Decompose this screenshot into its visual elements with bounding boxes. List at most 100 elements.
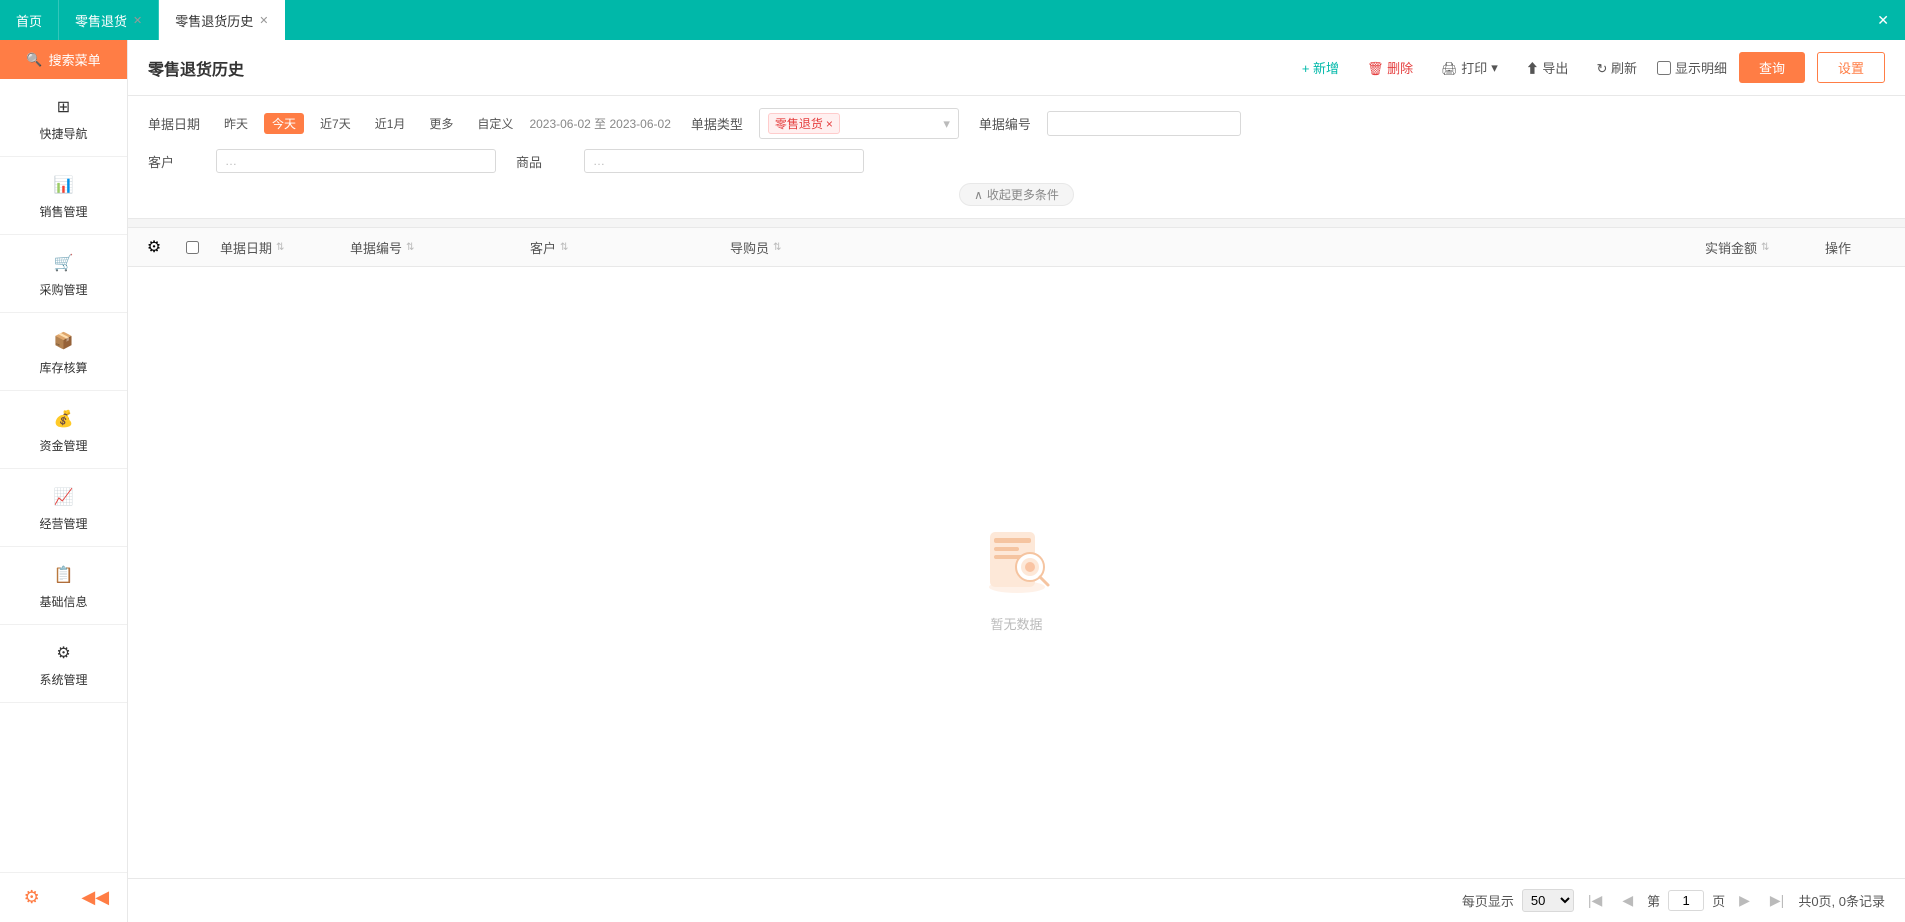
page-size-select[interactable]: 50 20 100	[1522, 889, 1574, 912]
number-filter-label: 单据编号	[979, 114, 1039, 133]
close-tab-retail-return[interactable]: ✕	[133, 14, 142, 27]
date-btn-7days[interactable]: 近7天	[312, 113, 359, 134]
sort-date-icon[interactable]: ⇅	[276, 242, 284, 253]
empty-icon	[972, 512, 1062, 602]
date-btn-yesterday[interactable]: 昨天	[216, 113, 256, 134]
th-number: 单据编号 ⇅	[342, 238, 522, 257]
date-filter-label: 单据日期	[148, 114, 208, 133]
sort-customer-icon[interactable]: ⇅	[560, 242, 568, 253]
display-toggle[interactable]: 显示明细	[1657, 58, 1727, 77]
next-page-btn[interactable]: ▶	[1733, 890, 1756, 911]
date-filter-group: 单据日期 昨天 今天 近7天 近1月 更多 自定义 2023-06-02 至 2…	[148, 113, 671, 134]
print-button[interactable]: 🖨 打印 ▾	[1433, 54, 1506, 81]
sidebar-search[interactable]: 🔍 搜索菜单	[0, 40, 127, 79]
number-filter-group: 单据编号	[979, 111, 1241, 136]
sort-guide-icon[interactable]: ⇅	[773, 242, 781, 253]
inventory-icon: 📦	[50, 327, 78, 355]
collapse-button[interactable]: ∧ 收起更多条件	[959, 183, 1074, 206]
type-tag-close[interactable]: ×	[826, 117, 833, 131]
sort-number-icon[interactable]: ⇅	[406, 242, 414, 253]
sidebar-item-management[interactable]: 📈 经营管理	[0, 469, 127, 547]
date-btn-1month[interactable]: 近1月	[367, 113, 414, 134]
th-date: 单据日期 ⇅	[212, 238, 342, 257]
management-icon: 📈	[50, 483, 78, 511]
page-input[interactable]	[1668, 890, 1704, 911]
date-btn-today[interactable]: 今天	[264, 113, 304, 134]
customer-filter-select[interactable]: …	[216, 149, 496, 173]
collapse-bar: ∧ 收起更多条件	[148, 183, 1885, 206]
table-wrapper: ⚙ 单据日期 ⇅ 单据编号 ⇅ 客户 ⇅ 导购员 ⇅	[128, 227, 1905, 878]
th-amount: 实销金额 ⇅	[1697, 238, 1817, 257]
print-dropdown-icon: ▾	[1491, 60, 1498, 76]
delete-button[interactable]: 🗑 删除	[1359, 54, 1421, 81]
table-settings-icon[interactable]: ⚙	[136, 237, 172, 257]
type-tag: 零售退货 ×	[768, 113, 840, 134]
date-filter: 昨天 今天 近7天 近1月 更多 自定义	[216, 113, 521, 134]
select-all-checkbox[interactable]	[186, 241, 199, 254]
content-area: 零售退货历史 + 新增 🗑 删除 🖨 打印 ▾ ⬆ 导出 ↻ 刷新 显示明细 查…	[128, 40, 1905, 922]
quick-nav-icon: ⊞	[50, 93, 78, 121]
tab-retail-return-history[interactable]: 零售退货历史 ✕	[159, 0, 285, 40]
type-filter-group: 单据类型 零售退货 × ▾	[691, 108, 959, 139]
page-label-2: 页	[1712, 891, 1725, 910]
empty-text: 暂无数据	[990, 614, 1042, 633]
settings-button[interactable]: ⚙	[0, 881, 64, 914]
close-tab-retail-return-history[interactable]: ✕	[259, 14, 268, 27]
main-layout: 🔍 搜索菜单 ⊞ 快捷导航 📊 销售管理 🛒 采购管理 📦 库存核算 💰 资金管…	[0, 40, 1905, 922]
date-btn-custom[interactable]: 自定义	[469, 113, 521, 134]
th-action: 操作	[1817, 238, 1897, 257]
table-header: ⚙ 单据日期 ⇅ 单据编号 ⇅ 客户 ⇅ 导购员 ⇅	[128, 227, 1905, 267]
th-guide: 导购员 ⇅	[722, 238, 872, 257]
date-range-text: 2023-06-02 至 2023-06-02	[529, 115, 670, 132]
last-page-btn[interactable]: ▶|	[1764, 890, 1790, 911]
sidebar: 🔍 搜索菜单 ⊞ 快捷导航 📊 销售管理 🛒 采购管理 📦 库存核算 💰 资金管…	[0, 40, 128, 922]
refresh-button[interactable]: ↻ 刷新	[1588, 54, 1645, 81]
filter-area: 单据日期 昨天 今天 近7天 近1月 更多 自定义 2023-06-02 至 2…	[128, 96, 1905, 219]
th-customer: 客户 ⇅	[522, 238, 722, 257]
page-header: 零售退货历史 + 新增 🗑 删除 🖨 打印 ▾ ⬆ 导出 ↻ 刷新 显示明细 查…	[128, 40, 1905, 96]
tab-list: 首页 零售退货 ✕ 零售退货历史 ✕	[0, 0, 1877, 40]
collapse-icon: ∧	[974, 188, 983, 202]
display-checkbox[interactable]	[1657, 61, 1671, 75]
query-button[interactable]: 查询	[1739, 52, 1805, 83]
sidebar-bottom: ⚙ ◀◀	[0, 872, 127, 922]
empty-state: 暂无数据	[128, 267, 1905, 878]
total-info: 共0页, 0条记录	[1798, 891, 1885, 910]
export-button[interactable]: ⬆ 导出	[1518, 54, 1577, 81]
type-select-arrow: ▾	[943, 116, 950, 132]
goods-filter-label: 商品	[516, 152, 576, 171]
system-icon: ⚙	[50, 639, 78, 667]
top-bar-close[interactable]: ✕	[1877, 12, 1905, 29]
purchase-icon: 🛒	[50, 249, 78, 277]
number-filter-input[interactable]	[1047, 111, 1241, 136]
top-bar: 首页 零售退货 ✕ 零售退货历史 ✕ ✕	[0, 0, 1905, 40]
toolbar: + 新增 🗑 删除 🖨 打印 ▾ ⬆ 导出 ↻ 刷新 显示明细 查询 设置	[1294, 52, 1885, 83]
sidebar-item-quick-nav[interactable]: ⊞ 快捷导航	[0, 79, 127, 157]
goods-filter-group: 商品 …	[516, 149, 864, 173]
sidebar-item-inventory[interactable]: 📦 库存核算	[0, 313, 127, 391]
sidebar-item-basic-info[interactable]: 📋 基础信息	[0, 547, 127, 625]
table-select-all[interactable]	[172, 241, 212, 254]
pagination-bar: 每页显示 50 20 100 |◀ ◀ 第 页 ▶ ▶| 共0页, 0条记录	[128, 878, 1905, 922]
search-icon: 🔍	[26, 52, 42, 68]
tab-retail-return[interactable]: 零售退货 ✕	[59, 0, 159, 40]
new-button[interactable]: + 新增	[1294, 54, 1347, 81]
page-size-label: 每页显示	[1462, 891, 1514, 910]
basic-info-icon: 📋	[50, 561, 78, 589]
filter-row-2: 客户 … 商品 …	[148, 149, 1885, 173]
type-filter-select[interactable]: 零售退货 × ▾	[759, 108, 959, 139]
filter-row-1: 单据日期 昨天 今天 近7天 近1月 更多 自定义 2023-06-02 至 2…	[148, 108, 1885, 139]
sidebar-item-system[interactable]: ⚙ 系统管理	[0, 625, 127, 703]
set-button[interactable]: 设置	[1817, 52, 1885, 83]
date-btn-more[interactable]: 更多	[421, 113, 461, 134]
mute-button[interactable]: ◀◀	[64, 881, 128, 914]
tab-home[interactable]: 首页	[0, 0, 59, 40]
sidebar-item-purchase[interactable]: 🛒 采购管理	[0, 235, 127, 313]
sidebar-item-finance[interactable]: 💰 资金管理	[0, 391, 127, 469]
first-page-btn[interactable]: |◀	[1582, 890, 1608, 911]
sidebar-item-sales[interactable]: 📊 销售管理	[0, 157, 127, 235]
customer-filter-group: 客户 …	[148, 149, 496, 173]
goods-filter-select[interactable]: …	[584, 149, 864, 173]
prev-page-btn[interactable]: ◀	[1616, 890, 1639, 911]
sort-amount-icon[interactable]: ⇅	[1761, 242, 1769, 253]
